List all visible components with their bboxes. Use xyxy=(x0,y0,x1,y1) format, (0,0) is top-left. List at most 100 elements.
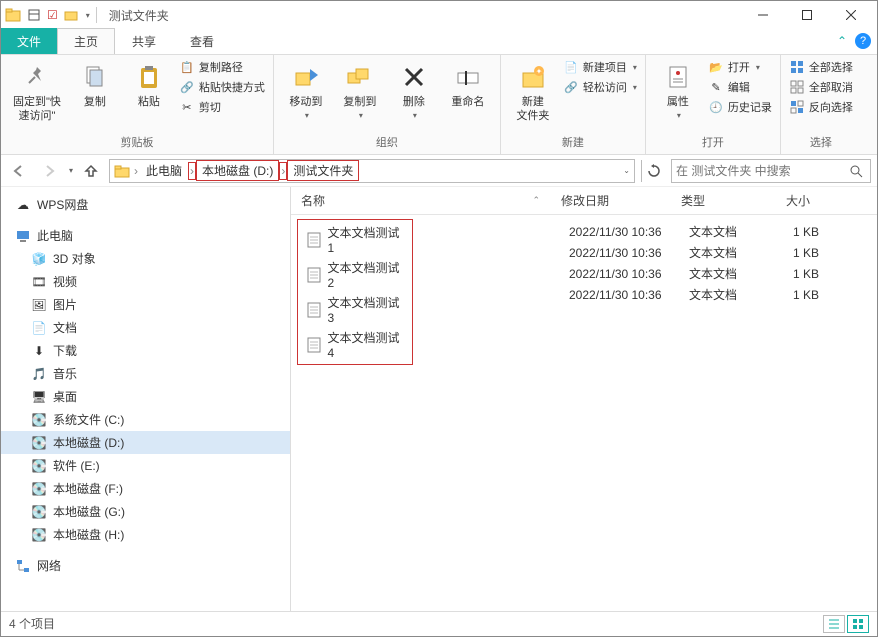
drive-icon: 🎞 xyxy=(31,274,47,290)
qat-folder-icon[interactable] xyxy=(64,8,78,22)
file-row[interactable]: 文本文档测试2 xyxy=(300,257,410,292)
nav-forward-button[interactable] xyxy=(37,159,61,183)
file-row-meta[interactable]: 2022/11/30 10:36文本文档1 KB xyxy=(419,284,829,305)
nav-item[interactable]: 💽本地磁盘 (D:) xyxy=(1,431,290,454)
tab-share[interactable]: 共享 xyxy=(115,28,173,54)
copy-button[interactable]: 复制 xyxy=(71,59,119,111)
copy-icon xyxy=(79,61,111,93)
copy-to-button[interactable]: 复制到▾ xyxy=(336,59,384,122)
edit-button[interactable]: ✎编辑 xyxy=(708,79,772,95)
delete-button[interactable]: 删除▾ xyxy=(390,59,438,122)
select-none-button[interactable]: 全部取消 xyxy=(789,79,853,95)
select-all-button[interactable]: 全部选择 xyxy=(789,59,853,75)
cut-button[interactable]: ✂剪切 xyxy=(179,99,265,115)
qat-properties-icon[interactable] xyxy=(27,8,41,22)
copyto-icon xyxy=(344,61,376,93)
search-box[interactable] xyxy=(671,159,871,183)
properties-button[interactable]: 属性▾ xyxy=(654,59,702,122)
edit-icon: ✎ xyxy=(708,79,724,95)
col-size[interactable]: 大小 xyxy=(751,187,821,214)
close-button[interactable] xyxy=(829,1,873,29)
open-icon: 📂 xyxy=(708,59,724,75)
crumb-sep-icon[interactable]: › xyxy=(281,164,285,178)
qat-check-icon[interactable]: ☑ xyxy=(47,8,58,22)
file-row-meta[interactable]: 2022/11/30 10:36文本文档1 KB xyxy=(419,221,829,242)
file-row[interactable]: 文本文档测试4 xyxy=(300,327,410,362)
nav-item[interactable]: 💽本地磁盘 (G:) xyxy=(1,500,290,523)
minimize-button[interactable] xyxy=(741,1,785,29)
nav-item[interactable]: 🎵音乐 xyxy=(1,362,290,385)
refresh-button[interactable] xyxy=(641,160,665,182)
move-to-button[interactable]: 移动到▾ xyxy=(282,59,330,122)
nav-item[interactable]: 🖥桌面 xyxy=(1,385,290,408)
file-row-meta[interactable]: 2022/11/30 10:36文本文档1 KB xyxy=(419,263,829,284)
new-folder-icon: ✦ xyxy=(517,61,549,93)
nav-item[interactable]: 📄文档 xyxy=(1,316,290,339)
pin-quickaccess-button[interactable]: 固定到"快 速访问" xyxy=(9,59,65,125)
nav-item[interactable]: 💽本地磁盘 (F:) xyxy=(1,477,290,500)
folder-icon xyxy=(5,7,21,23)
file-row-meta[interactable]: 2022/11/30 10:36文本文档1 KB xyxy=(419,242,829,263)
history-button[interactable]: 🕘历史记录 xyxy=(708,99,772,115)
file-row[interactable]: 文本文档测试1 xyxy=(300,222,410,257)
paste-shortcut-button[interactable]: 🔗粘贴快捷方式 xyxy=(179,79,265,95)
crumb-sep-icon[interactable]: › xyxy=(190,164,194,178)
pc-icon xyxy=(15,228,31,244)
rename-button[interactable]: 重命名 xyxy=(444,59,492,111)
col-type[interactable]: 类型 xyxy=(671,187,751,214)
nav-item[interactable]: ⬇下载 xyxy=(1,339,290,362)
nav-thispc[interactable]: 此电脑 xyxy=(1,224,290,247)
view-details-button[interactable] xyxy=(823,615,845,633)
invert-selection-button[interactable]: 反向选择 xyxy=(789,99,853,115)
shortcut-icon: 🔗 xyxy=(179,79,195,95)
addr-dropdown-icon[interactable]: ⌄ xyxy=(623,166,630,175)
nav-item[interactable]: 💽系统文件 (C:) xyxy=(1,408,290,431)
paste-button[interactable]: 粘贴 xyxy=(125,59,173,111)
tab-home[interactable]: 主页 xyxy=(57,28,115,54)
open-button[interactable]: 📂打开▾ xyxy=(708,59,772,75)
open-group-label: 打开 xyxy=(654,134,772,150)
view-icons-button[interactable] xyxy=(847,615,869,633)
drive-icon: 💽 xyxy=(31,527,47,543)
nav-item[interactable]: 💽本地磁盘 (H:) xyxy=(1,523,290,546)
crumb-sep-icon[interactable]: › xyxy=(134,164,138,178)
crumb-folder[interactable]: 测试文件夹 xyxy=(289,162,357,179)
col-date[interactable]: 修改日期 xyxy=(551,187,671,214)
tab-file[interactable]: 文件 xyxy=(1,28,57,54)
nav-back-button[interactable] xyxy=(7,159,31,183)
organize-group-label: 组织 xyxy=(282,134,492,150)
nav-item[interactable]: 🧊3D 对象 xyxy=(1,247,290,270)
nav-wps[interactable]: ☁WPS网盘 xyxy=(1,193,290,216)
nav-item[interactable]: 🖼图片 xyxy=(1,293,290,316)
move-icon xyxy=(290,61,322,93)
copy-path-button[interactable]: 📋复制路径 xyxy=(179,59,265,75)
new-item-button[interactable]: 📄新建项目▾ xyxy=(563,59,637,75)
new-folder-button[interactable]: ✦ 新建 文件夹 xyxy=(509,59,557,125)
col-name[interactable]: 名称⌃ xyxy=(291,187,551,214)
drive-icon: 🎵 xyxy=(31,366,47,382)
file-row[interactable]: 文本文档测试3 xyxy=(300,292,410,327)
maximize-button[interactable] xyxy=(785,1,829,29)
easy-access-button[interactable]: 🔗轻松访问▾ xyxy=(563,79,637,95)
properties-icon xyxy=(662,61,694,93)
address-bar[interactable]: › 此电脑 › 本地磁盘 (D:) › 测试文件夹 ⌄ xyxy=(109,159,635,183)
nav-item[interactable]: 💽软件 (E:) xyxy=(1,454,290,477)
search-icon[interactable] xyxy=(846,164,866,178)
ribbon-tabs: 文件 主页 共享 查看 ⌃ ? xyxy=(1,29,877,55)
drive-icon: 💽 xyxy=(31,458,47,474)
help-icon[interactable]: ? xyxy=(855,33,871,49)
textfile-icon xyxy=(306,302,322,318)
search-input[interactable] xyxy=(676,164,846,178)
nav-up-button[interactable] xyxy=(79,159,103,183)
invert-icon xyxy=(789,99,805,115)
qat-dropdown-icon[interactable]: ▾ xyxy=(86,11,90,20)
history-icon: 🕘 xyxy=(708,99,724,115)
ribbon-collapse-icon[interactable]: ⌃ xyxy=(837,34,847,48)
path-icon: 📋 xyxy=(179,59,195,75)
nav-item[interactable]: 🎞视频 xyxy=(1,270,290,293)
crumb-drive[interactable]: 本地磁盘 (D:) xyxy=(198,162,277,179)
nav-network[interactable]: 网络 xyxy=(1,554,290,577)
nav-history-dropdown[interactable]: ▾ xyxy=(69,166,73,175)
crumb-thispc[interactable]: 此电脑 xyxy=(142,162,186,179)
tab-view[interactable]: 查看 xyxy=(173,28,231,54)
